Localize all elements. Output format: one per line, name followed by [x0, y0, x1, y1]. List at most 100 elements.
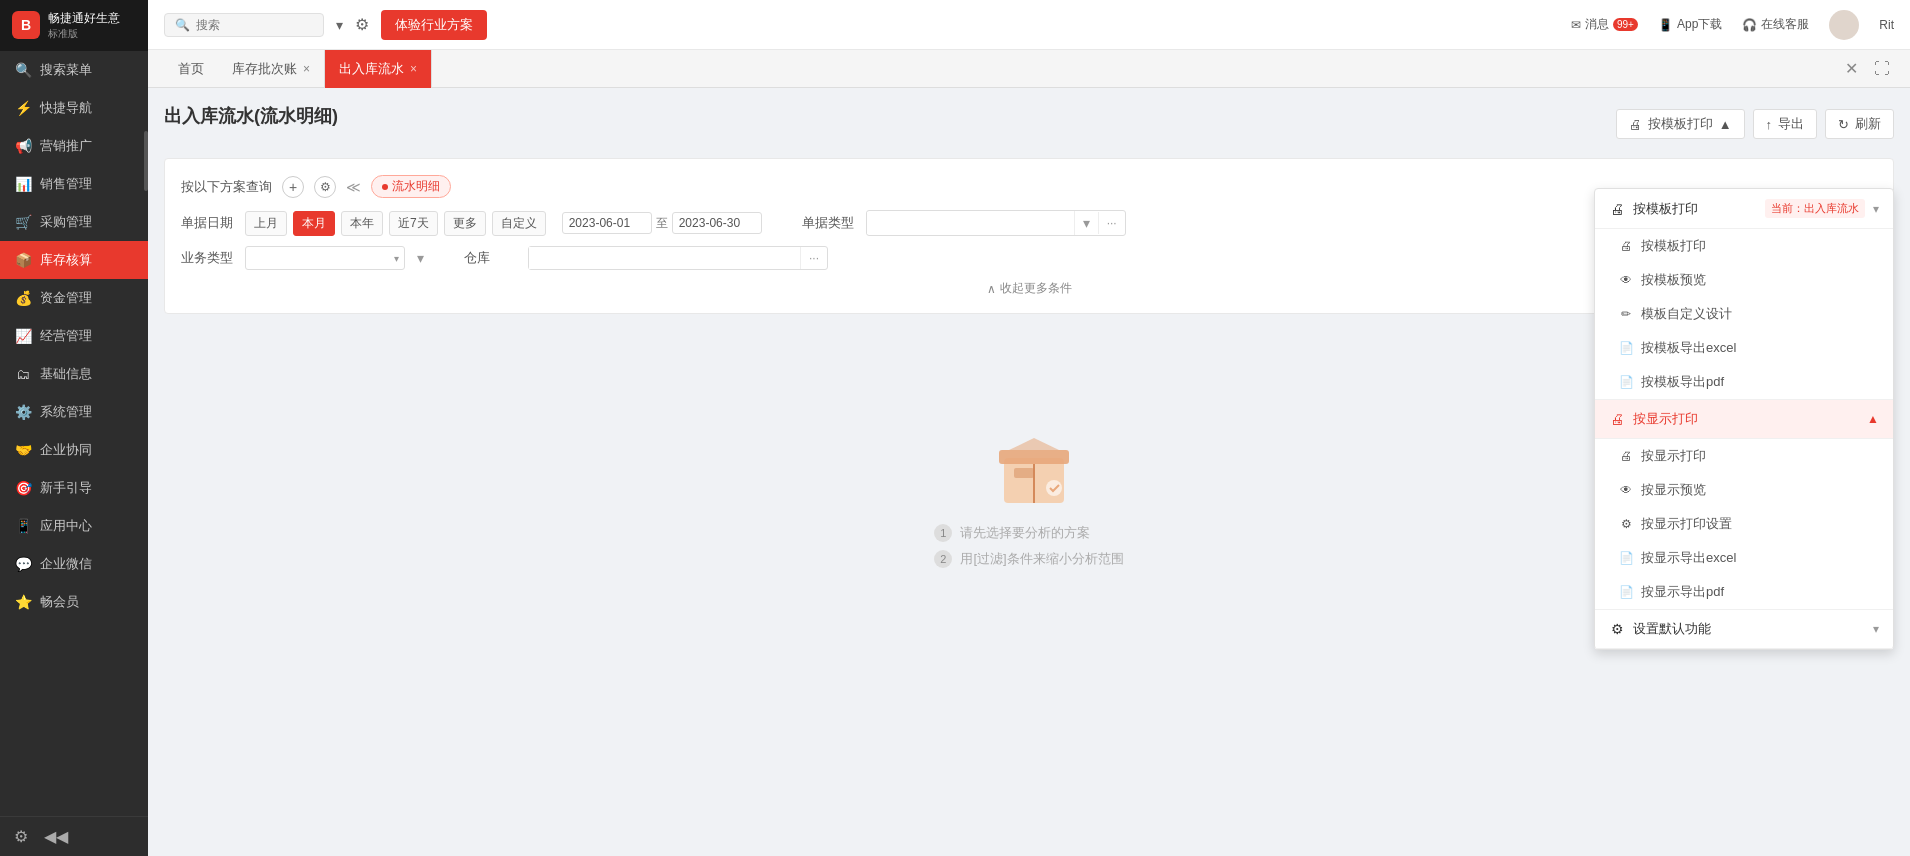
sidebar-item-label: 库存核算 [40, 251, 92, 269]
marketing-icon: 📢 [14, 137, 32, 155]
date-btn-custom[interactable]: 自定义 [492, 211, 546, 236]
sidebar-item-cooperation[interactable]: 🤝 企业协同 [0, 431, 148, 469]
display-section-label: 按显示打印 [1633, 410, 1698, 428]
sidebar-item-system[interactable]: ⚙️ 系统管理 [0, 393, 148, 431]
dropdown-display-print[interactable]: 🖨 按显示打印 [1595, 439, 1893, 473]
sidebar-item-finance[interactable]: 💰 资金管理 [0, 279, 148, 317]
filter-collapse-btn[interactable]: ≪ [346, 179, 361, 195]
dropdown-display-pdf[interactable]: 📄 按显示导出pdf [1595, 575, 1893, 609]
warehouse-label: 仓库 [464, 249, 520, 267]
sidebar-item-basic[interactable]: 🗂 基础信息 [0, 355, 148, 393]
industry-btn[interactable]: 体验行业方案 [381, 10, 487, 40]
tab-home[interactable]: 首页 [164, 50, 218, 88]
sidebar-item-purchase[interactable]: 🛒 采购管理 [0, 203, 148, 241]
tabs-close-all-btn[interactable]: ✕ [1841, 55, 1862, 82]
disp-settings-label: 按显示打印设置 [1641, 515, 1732, 533]
tab-batch-close[interactable]: × [303, 62, 310, 76]
refresh-btn[interactable]: ↻ 刷新 [1825, 109, 1894, 139]
export-btn[interactable]: ↑ 导出 [1753, 109, 1818, 139]
dropdown-section-template: 🖨 按模板打印 当前：出入库流水 ▾ 🖨 按模板打印 👁 [1595, 189, 1893, 400]
sidebar-item-inventory[interactable]: 📦 库存核算 [0, 241, 148, 279]
topbar-online-service[interactable]: 🎧 在线客服 [1742, 16, 1809, 33]
app-download-icon: 📱 [1658, 18, 1673, 32]
dropdown-display-preview[interactable]: 👁 按显示预览 [1595, 473, 1893, 507]
bill-type-more-btn[interactable]: ▾ [1074, 211, 1098, 235]
dropdown-template-pdf[interactable]: 📄 按模板导出pdf [1595, 365, 1893, 399]
disp-pdf-label: 按显示导出pdf [1641, 583, 1724, 601]
sidebar-item-label: 基础信息 [40, 365, 92, 383]
bill-type-text-input[interactable] [867, 212, 1074, 234]
tab-flow[interactable]: 出入库流水 × [325, 50, 432, 88]
topbar-avatar[interactable] [1829, 10, 1859, 40]
date-btn-this-month[interactable]: 本月 [293, 211, 335, 236]
topbar-search-icon: 🔍 [175, 18, 190, 32]
tab-batch-label: 库存批次账 [232, 60, 297, 78]
default-chevron: ▾ [1873, 622, 1879, 636]
dropdown-display-header[interactable]: 🖨 按显示打印 ▲ [1595, 400, 1893, 439]
business-type-select[interactable] [245, 246, 405, 270]
sidebar-item-app-center[interactable]: 📱 应用中心 [0, 507, 148, 545]
sidebar-item-label: 畅会员 [40, 593, 79, 611]
dropdown-template-preview[interactable]: 👁 按模板预览 [1595, 263, 1893, 297]
dropdown-display-excel[interactable]: 📄 按显示导出excel [1595, 541, 1893, 575]
topbar-app-download[interactable]: 📱 App下载 [1658, 16, 1722, 33]
member-icon: ⭐ [14, 593, 32, 611]
tab-flow-close[interactable]: × [410, 62, 417, 76]
sidebar-item-member[interactable]: ⭐ 畅会员 [0, 583, 148, 621]
sidebar-item-label: 系统管理 [40, 403, 92, 421]
tmpl-pdf-icon: 📄 [1619, 375, 1633, 389]
date-btn-this-year[interactable]: 本年 [341, 211, 383, 236]
page-title: 出入库流水(流水明细) [164, 104, 338, 128]
sidebar-item-wechat[interactable]: 💬 企业微信 [0, 545, 148, 583]
date-btn-more[interactable]: 更多 [444, 211, 486, 236]
filter-tag-dot [382, 184, 388, 190]
disp-print-icon: 🖨 [1619, 449, 1633, 463]
dropdown-template-header[interactable]: 🖨 按模板打印 当前：出入库流水 ▾ [1595, 189, 1893, 229]
sidebar-item-marketing[interactable]: 📢 营销推广 [0, 127, 148, 165]
date-btn-last-month[interactable]: 上月 [245, 211, 287, 236]
tabs-expand-btn[interactable]: ⛶ [1870, 56, 1894, 82]
dropdown-default-title: ⚙ 设置默认功能 [1609, 620, 1711, 638]
date-start-input[interactable] [562, 212, 652, 234]
topbar-search-box[interactable]: 🔍 [164, 13, 324, 37]
collapse-btn[interactable]: ∧ 收起更多条件 [987, 280, 1072, 297]
dropdown-display-settings[interactable]: ⚙ 按显示打印设置 [1595, 507, 1893, 541]
print-btn[interactable]: 🖨 按模板打印 ▲ [1616, 109, 1745, 139]
sidebar-item-operation[interactable]: 📈 经营管理 [0, 317, 148, 355]
date-btn-7days[interactable]: 近7天 [389, 211, 438, 236]
sidebar-item-search[interactable]: 🔍 搜索菜单 [0, 51, 148, 89]
bill-type-expand-btn[interactable]: ··· [1098, 212, 1125, 234]
dropdown-default-header[interactable]: ⚙ 设置默认功能 ▾ [1595, 610, 1893, 649]
sidebar-collapse-icon[interactable]: ◀◀ [44, 827, 68, 846]
sidebar-item-label: 企业协同 [40, 441, 92, 459]
svg-rect-1 [999, 450, 1069, 464]
sidebar-item-quick-nav[interactable]: ⚡ 快捷导航 [0, 89, 148, 127]
filter-settings-btn[interactable]: ⚙ [314, 176, 336, 198]
sidebar-settings-icon[interactable]: ⚙ [14, 827, 28, 846]
print-dropdown-overlay: 🖨 按模板打印 当前：出入库流水 ▾ 🖨 按模板打印 👁 [1594, 188, 1894, 650]
disp-print-label: 按显示打印 [1641, 447, 1706, 465]
sidebar-item-label: 销售管理 [40, 175, 92, 193]
dropdown-template-print[interactable]: 🖨 按模板打印 [1595, 229, 1893, 263]
topbar-username[interactable]: Rit [1879, 18, 1894, 32]
business-type-chevron[interactable]: ▾ [417, 250, 424, 266]
tmpl-pdf-label: 按模板导出pdf [1641, 373, 1724, 391]
filter-add-btn[interactable]: + [282, 176, 304, 198]
tmpl-print-label: 按模板打印 [1641, 237, 1706, 255]
date-end-input[interactable] [672, 212, 762, 234]
disp-settings-icon: ⚙ [1619, 517, 1633, 531]
dropdown-template-excel[interactable]: 📄 按模板导出excel [1595, 331, 1893, 365]
filter-tag[interactable]: 流水明细 [371, 175, 451, 198]
warehouse-text-input[interactable] [529, 247, 800, 269]
tab-batch[interactable]: 库存批次账 × [218, 50, 325, 88]
topbar-search-input[interactable] [196, 18, 313, 32]
dropdown-template-design[interactable]: ✏ 模板自定义设计 [1595, 297, 1893, 331]
sidebar-item-guide[interactable]: 🎯 新手引导 [0, 469, 148, 507]
warehouse-more-btn[interactable]: ··· [800, 247, 827, 269]
app-download-label: App下载 [1677, 16, 1722, 33]
topbar-message[interactable]: ✉ 消息 99+ [1571, 16, 1638, 33]
topbar-dropdown-icon[interactable]: ▾ [336, 17, 343, 33]
tmpl-print-icon: 🖨 [1619, 239, 1633, 253]
sidebar-item-sales[interactable]: 📊 销售管理 [0, 165, 148, 203]
topbar-settings-icon[interactable]: ⚙ [355, 15, 369, 34]
